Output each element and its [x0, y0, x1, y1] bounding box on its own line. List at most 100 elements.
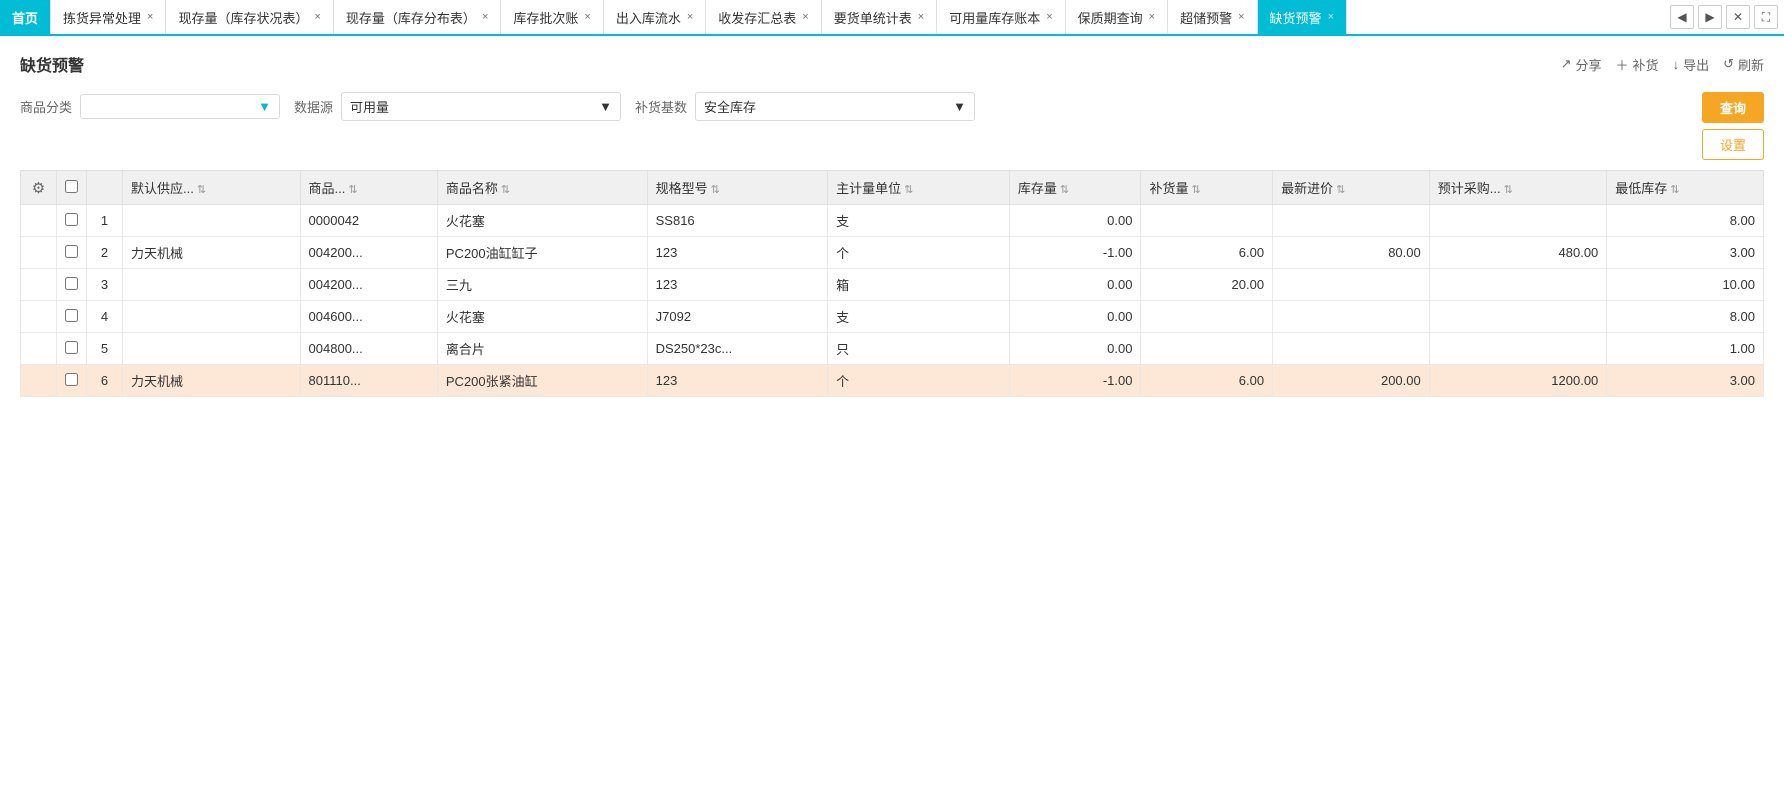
row-checkbox[interactable]: [65, 373, 78, 386]
col-header-est_purchase[interactable]: 预计采购...⇅: [1429, 171, 1607, 205]
tab-close-icon[interactable]: ×: [918, 11, 924, 23]
col-header-min_stock[interactable]: 最低库存⇅: [1607, 171, 1764, 205]
tab-fullscreen-button[interactable]: ⛶: [1754, 5, 1778, 29]
tab-overstock[interactable]: 超储预警 ×: [1168, 0, 1257, 34]
tab-close-icon[interactable]: ×: [687, 11, 693, 23]
category-label: 商品分类: [20, 97, 72, 116]
tab-inventory2[interactable]: 现存量（库存分布表）×: [334, 0, 501, 34]
cell-product_name: 火花塞: [437, 205, 647, 237]
cell-spec: SS816: [647, 205, 828, 237]
cell-min_stock: 10.00: [1607, 269, 1764, 301]
sort-icon-latest_price[interactable]: ⇅: [1336, 184, 1345, 196]
cell-min_stock: 1.00: [1607, 333, 1764, 365]
cell-latest_price: [1273, 205, 1430, 237]
row-checkbox[interactable]: [65, 277, 78, 290]
tab-label: 缺货预警: [1270, 8, 1322, 27]
sort-icon-spec[interactable]: ⇅: [711, 184, 720, 196]
cell-unit: 只: [828, 333, 1010, 365]
table-row: 10000042火花塞SS816支0.008.00: [21, 205, 1764, 237]
tab-stale[interactable]: 拣货异常处理×: [51, 0, 166, 34]
export-label: 导出: [1683, 55, 1709, 74]
table-settings-icon[interactable]: ⚙: [32, 180, 45, 197]
tab-prev-button[interactable]: ◀: [1670, 5, 1694, 29]
sort-icon-supplier[interactable]: ⇅: [197, 184, 206, 196]
tab-available[interactable]: 可用量库存账本×: [937, 0, 1065, 34]
tab-close-icon[interactable]: ×: [802, 11, 808, 23]
sort-icon-stock[interactable]: ⇅: [1060, 184, 1069, 196]
replenish-base-select[interactable]: 安全库存 ▼: [695, 92, 975, 121]
cell-min_stock: 3.00: [1607, 365, 1764, 397]
replenish-base-filter-group: 补货基数 安全库存 ▼: [635, 92, 975, 121]
col-header-stock[interactable]: 库存量⇅: [1009, 171, 1141, 205]
sort-icon-replenish_qty[interactable]: ⇅: [1192, 184, 1201, 196]
sort-icon-product_name[interactable]: ⇅: [501, 184, 510, 196]
filter-groups: 商品分类 ▼ 数据源 可用量 ▼ 补货基数 安全库存 ▼: [20, 92, 1682, 121]
col-header-spec[interactable]: 规格型号⇅: [647, 171, 828, 205]
replenish-button[interactable]: ＋补货: [1616, 55, 1659, 74]
col-header-supplier[interactable]: 默认供应...⇅: [123, 171, 301, 205]
datasource-select[interactable]: 可用量 ▼: [341, 92, 621, 121]
tab-next-button[interactable]: ▶: [1698, 5, 1722, 29]
row-checkbox[interactable]: [65, 341, 78, 354]
col-header-product_code[interactable]: 商品...⇅: [300, 171, 437, 205]
tab-order[interactable]: 要货单统计表×: [822, 0, 937, 34]
sort-icon-product_code[interactable]: ⇅: [348, 184, 357, 196]
tab-close-icon[interactable]: ×: [147, 11, 153, 23]
settings-button[interactable]: 设置: [1702, 129, 1764, 160]
cell-latest_price: [1273, 301, 1430, 333]
sort-icon-unit[interactable]: ⇅: [904, 184, 913, 196]
row-checkbox[interactable]: [65, 245, 78, 258]
tab-close-icon[interactable]: ×: [482, 11, 488, 23]
sort-icon-est_purchase[interactable]: ⇅: [1504, 184, 1513, 196]
cell-replenish_qty: 20.00: [1141, 269, 1273, 301]
tab-close-icon[interactable]: ×: [584, 11, 590, 23]
cell-min_stock: 8.00: [1607, 205, 1764, 237]
table-row: 3004200...三九123箱0.0020.0010.00: [21, 269, 1764, 301]
tab-home[interactable]: 首页: [0, 0, 51, 34]
row-checkbox[interactable]: [65, 213, 78, 226]
tab-label: 保质期查询: [1078, 8, 1143, 27]
tab-receive[interactable]: 收发存汇总表×: [706, 0, 821, 34]
header-actions: ↗分享 ＋补货 ↓导出 ↺刷新: [1561, 55, 1764, 74]
tab-close-icon[interactable]: ×: [1149, 11, 1155, 23]
table-row: 4004600...火花塞J7092支0.008.00: [21, 301, 1764, 333]
table-row: 2力天机械004200...PC200油缸缸子123个-1.006.0080.0…: [21, 237, 1764, 269]
col-header-replenish_qty[interactable]: 补货量⇅: [1141, 171, 1273, 205]
export-button[interactable]: ↓导出: [1673, 55, 1710, 74]
tab-inventory1[interactable]: 现存量（库存状况表）×: [166, 0, 333, 34]
cell-spec: J7092: [647, 301, 828, 333]
cell-latest_price: [1273, 269, 1430, 301]
tab-expiry[interactable]: 保质期查询 ×: [1066, 0, 1168, 34]
tab-close-icon[interactable]: ×: [1238, 11, 1244, 23]
tab-inout[interactable]: 出入库流水×: [604, 0, 706, 34]
tab-close-icon[interactable]: ×: [1328, 11, 1334, 23]
tab-close-icon[interactable]: ×: [314, 11, 320, 23]
tab-close-icon[interactable]: ×: [1046, 11, 1052, 23]
query-button[interactable]: 查询: [1702, 92, 1764, 123]
cell-product_code: 004600...: [300, 301, 437, 333]
row-checkbox[interactable]: [65, 309, 78, 322]
row-checkbox-cell: [57, 365, 87, 397]
tab-label: 超储预警: [1180, 8, 1232, 27]
cell-spec: DS250*23c...: [647, 333, 828, 365]
export-icon: ↓: [1673, 57, 1680, 72]
col-label-min_stock: 最低库存: [1615, 181, 1667, 196]
cell-est_purchase: [1429, 205, 1607, 237]
share-button[interactable]: ↗分享: [1561, 55, 1602, 74]
refresh-button[interactable]: ↺刷新: [1723, 55, 1764, 74]
cell-stock: -1.00: [1009, 237, 1141, 269]
cell-stock: 0.00: [1009, 205, 1141, 237]
category-dropdown-arrow: ▼: [258, 99, 271, 114]
tab-close-all-button[interactable]: ✕: [1726, 5, 1750, 29]
category-select[interactable]: ▼: [80, 94, 280, 119]
tab-shortage[interactable]: 缺货预警 ×: [1258, 0, 1347, 34]
cell-min_stock: 3.00: [1607, 237, 1764, 269]
col-header-unit[interactable]: 主计量单位⇅: [828, 171, 1010, 205]
cell-unit: 个: [828, 365, 1010, 397]
col-header-latest_price[interactable]: 最新进价⇅: [1273, 171, 1430, 205]
col-header-product_name[interactable]: 商品名称⇅: [437, 171, 647, 205]
row-number: 5: [87, 333, 123, 365]
select-all-checkbox[interactable]: [65, 180, 78, 193]
sort-icon-min_stock[interactable]: ⇅: [1670, 184, 1679, 196]
tab-batch[interactable]: 库存批次账×: [501, 0, 603, 34]
